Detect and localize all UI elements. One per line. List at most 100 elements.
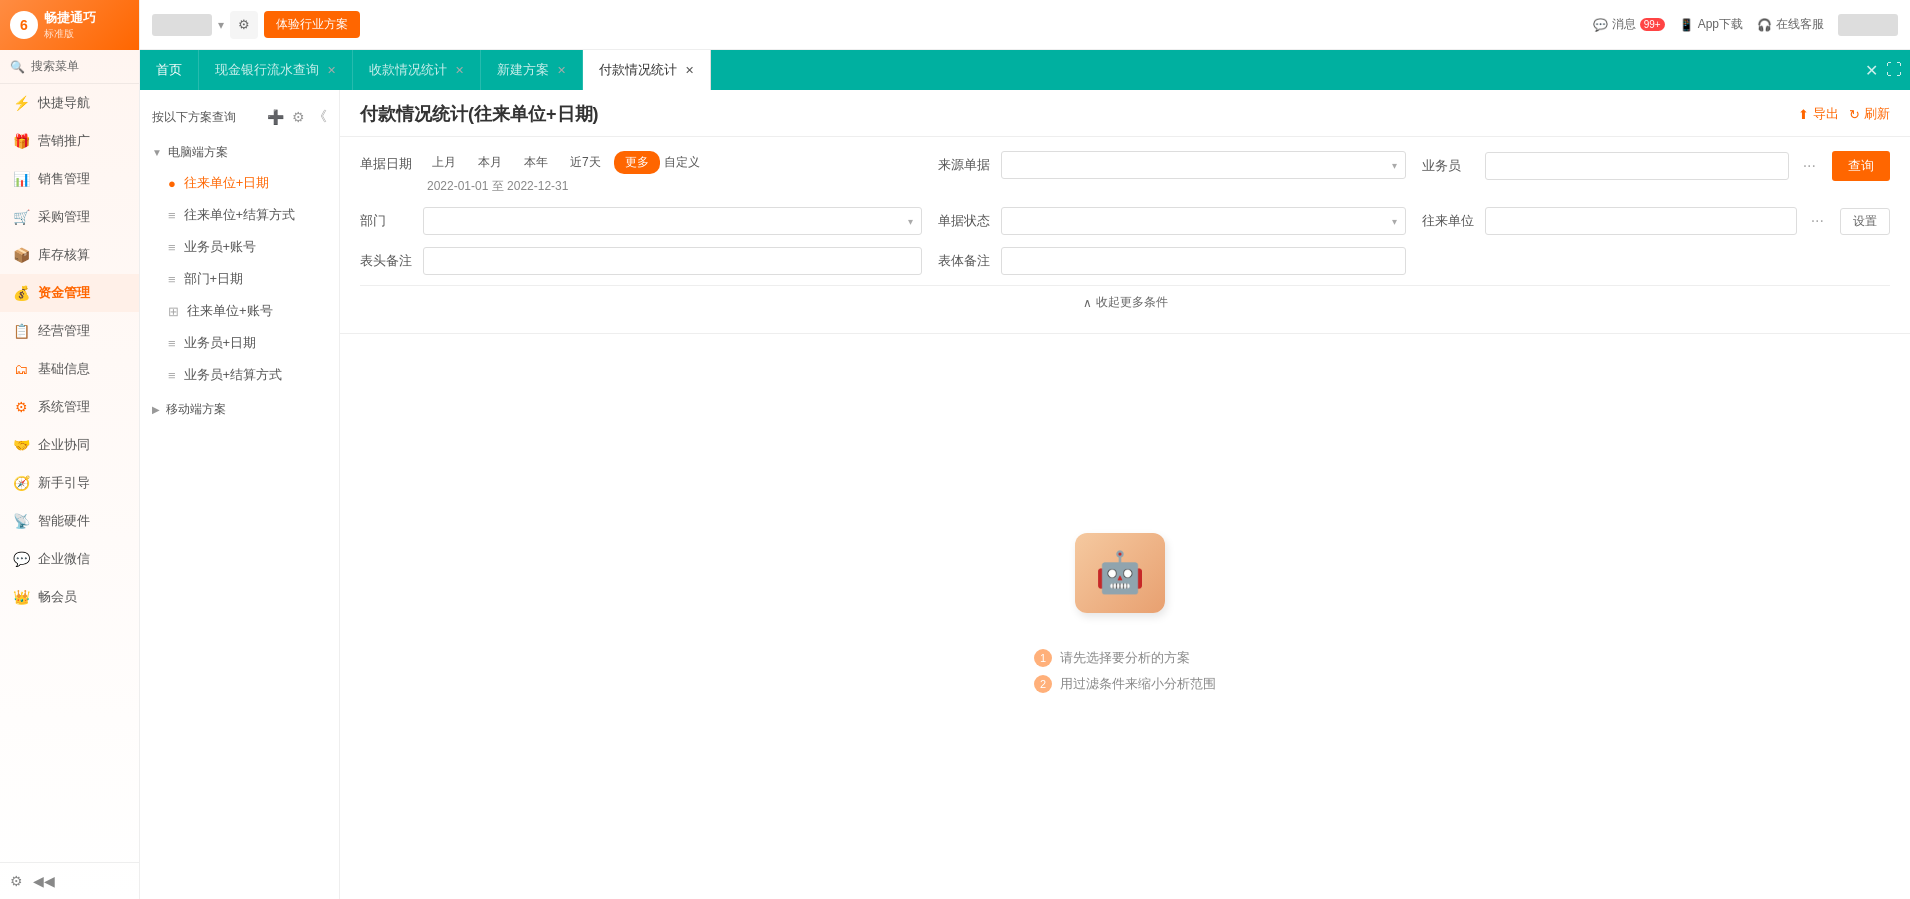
sidebar-item-label: 企业微信 bbox=[38, 550, 90, 568]
tip-text-2: 用过滤条件来缩小分析范围 bbox=[1060, 675, 1216, 693]
source-select-arrow: ▾ bbox=[1392, 160, 1397, 171]
body-note-input[interactable] bbox=[1001, 247, 1406, 275]
online-service-btn[interactable]: 🎧 在线客服 bbox=[1757, 16, 1824, 33]
source-select[interactable]: ▾ bbox=[1001, 151, 1406, 179]
search-label: 搜索菜单 bbox=[31, 58, 79, 75]
sidebar-item-label: 基础信息 bbox=[38, 360, 90, 378]
scheme-add-btn[interactable]: ➕ bbox=[267, 109, 284, 125]
scheme-item-unit-account[interactable]: ⊞ 往来单位+账号 bbox=[140, 295, 339, 327]
sidebar-item-operation[interactable]: 📋 经营管理 bbox=[0, 312, 139, 350]
scheme-item-staff-settle[interactable]: ≡ 业务员+结算方式 bbox=[140, 359, 339, 391]
sidebar-item-finance[interactable]: 💰 资金管理 bbox=[0, 274, 139, 312]
tab-home[interactable]: 首页 bbox=[140, 50, 199, 90]
date-btn-this-month[interactable]: 本月 bbox=[469, 151, 511, 174]
tab-payment[interactable]: 付款情况统计 ✕ bbox=[583, 50, 711, 90]
collapse-conditions-btn[interactable]: ∧ 收起更多条件 bbox=[360, 285, 1890, 319]
tab-home-label: 首页 bbox=[156, 61, 182, 79]
header-note-input[interactable] bbox=[423, 247, 922, 275]
sidebar-item-hardware[interactable]: 📡 智能硬件 bbox=[0, 502, 139, 540]
sidebar-item-corp[interactable]: 🤝 企业协同 bbox=[0, 426, 139, 464]
scheme-item-staff-date[interactable]: ≡ 业务员+日期 bbox=[140, 327, 339, 359]
scheme-item-unit-date[interactable]: ● 往来单位+日期 bbox=[140, 167, 339, 199]
sidebar-item-inventory[interactable]: 📦 库存核算 bbox=[0, 236, 139, 274]
scheme-item-dept-date-icon: ≡ bbox=[168, 272, 176, 287]
related-unit-input[interactable] bbox=[1485, 207, 1797, 235]
sidebar-item-sales[interactable]: 📊 销售管理 bbox=[0, 160, 139, 198]
related-unit-dots-btn[interactable]: ··· bbox=[1811, 212, 1824, 230]
logo-icon: 6 bbox=[10, 11, 38, 39]
date-filter-label: 单据日期 bbox=[360, 151, 415, 173]
logo-sub: 标准版 bbox=[44, 27, 96, 41]
staff-dots-btn[interactable]: ··· bbox=[1803, 157, 1816, 175]
sidebar-item-label: 经营管理 bbox=[38, 322, 90, 340]
page-title: 付款情况统计(往来单位+日期) bbox=[360, 102, 599, 126]
scheme-settings-btn[interactable]: ⚙ bbox=[292, 109, 305, 125]
wechat-icon: 💬 bbox=[12, 550, 30, 568]
sidebar-item-label: 营销推广 bbox=[38, 132, 90, 150]
sidebar-item-purchase[interactable]: 🛒 采购管理 bbox=[0, 198, 139, 236]
date-filter: 上月 本月 本年 近7天 更多 自定义 bbox=[423, 151, 700, 174]
scheme-item-dept-date[interactable]: ≡ 部门+日期 bbox=[140, 263, 339, 295]
sidebar-search[interactable]: 🔍 搜索菜单 bbox=[0, 50, 139, 84]
sidebar-item-wechat[interactable]: 💬 企业微信 bbox=[0, 540, 139, 578]
tab-new-scheme-close[interactable]: ✕ bbox=[557, 64, 566, 77]
scheme-panel-header: 按以下方案查询 ➕ ⚙ 《 bbox=[140, 100, 339, 134]
topbar: ▾ ⚙ 体验行业方案 💬 消息 99+ 📱 App下载 🎧 在线客服 bbox=[140, 0, 1910, 50]
settings-btn[interactable]: 设置 bbox=[1840, 208, 1890, 235]
sidebar-item-label: 采购管理 bbox=[38, 208, 90, 226]
scheme-item-staff-account[interactable]: ≡ 业务员+账号 bbox=[140, 231, 339, 263]
date-btn-custom[interactable]: 自定义 bbox=[664, 154, 700, 171]
marketing-icon: 🎁 bbox=[12, 132, 30, 150]
sidebar-item-member[interactable]: 👑 畅会员 bbox=[0, 578, 139, 616]
notification-btn[interactable]: 💬 消息 99+ bbox=[1593, 16, 1665, 33]
sidebar-settings-btn[interactable]: ⚙ bbox=[10, 873, 23, 889]
tab-payment-close[interactable]: ✕ bbox=[685, 64, 694, 77]
dept-select[interactable]: ▾ bbox=[423, 207, 922, 235]
voucher-status-select[interactable]: ▾ bbox=[1001, 207, 1406, 235]
date-btn-more[interactable]: 更多 bbox=[614, 151, 660, 174]
topbar-user-avatar bbox=[1838, 14, 1898, 36]
query-btn[interactable]: 查询 bbox=[1832, 151, 1890, 181]
scheme-group-desktop-title[interactable]: ▼ 电脑端方案 bbox=[140, 138, 339, 167]
tab-receipt[interactable]: 收款情况统计 ✕ bbox=[353, 50, 481, 90]
scheme-item-staff-settle-icon: ≡ bbox=[168, 368, 176, 383]
tab-new-scheme[interactable]: 新建方案 ✕ bbox=[481, 50, 583, 90]
date-btn-this-year[interactable]: 本年 bbox=[515, 151, 557, 174]
dropdown-arrow[interactable]: ▾ bbox=[218, 18, 224, 32]
scheme-panel: 按以下方案查询 ➕ ⚙ 《 ▼ 电脑端方案 ● 往来单位+日期 ≡ bbox=[140, 90, 340, 899]
tab-expand-btn[interactable]: ⛶ bbox=[1886, 61, 1902, 79]
scheme-group-mobile[interactable]: ▶ 移动端方案 bbox=[140, 395, 339, 424]
user-avatar bbox=[152, 14, 212, 36]
staff-input[interactable] bbox=[1485, 152, 1789, 180]
header-note-label: 表头备注 bbox=[360, 252, 415, 270]
scheme-item-unit-account-icon: ⊞ bbox=[168, 304, 179, 319]
logo-text: 畅捷通巧 bbox=[44, 9, 96, 27]
main-area: ▾ ⚙ 体验行业方案 💬 消息 99+ 📱 App下载 🎧 在线客服 bbox=[140, 0, 1910, 899]
sidebar: 6 畅捷通巧 标准版 🔍 搜索菜单 ⚡ 快捷导航 🎁 营销推广 📊 销售管理 🛒… bbox=[0, 0, 140, 899]
tab-receipt-close[interactable]: ✕ bbox=[455, 64, 464, 77]
empty-tips: 1 请先选择要分析的方案 2 用过滤条件来缩小分析范围 bbox=[1034, 649, 1216, 701]
tab-bank[interactable]: 现金银行流水查询 ✕ bbox=[199, 50, 353, 90]
sidebar-item-basic[interactable]: 🗂 基础信息 bbox=[0, 350, 139, 388]
right-area: 付款情况统计(往来单位+日期) ⬆ 导出 ↻ 刷新 单 bbox=[340, 90, 1910, 899]
sidebar-item-system[interactable]: ⚙ 系统管理 bbox=[0, 388, 139, 426]
notif-badge: 99+ bbox=[1640, 18, 1665, 31]
export-btn[interactable]: ⬆ 导出 bbox=[1798, 105, 1839, 123]
sidebar-item-quick-nav[interactable]: ⚡ 快捷导航 bbox=[0, 84, 139, 122]
scheme-collapse-btn[interactable]: 《 bbox=[313, 108, 327, 126]
app-download-btn[interactable]: 📱 App下载 bbox=[1679, 16, 1743, 33]
scheme-item-unit-settle[interactable]: ≡ 往来单位+结算方式 bbox=[140, 199, 339, 231]
sidebar-item-marketing[interactable]: 🎁 营销推广 bbox=[0, 122, 139, 160]
tab-bank-close[interactable]: ✕ bbox=[327, 64, 336, 77]
sidebar-item-guide[interactable]: 🧭 新手引导 bbox=[0, 464, 139, 502]
sidebar-collapse-btn[interactable]: ◀◀ bbox=[33, 873, 55, 889]
scheme-item-unit-account-label: 往来单位+账号 bbox=[187, 302, 273, 320]
date-btn-7days[interactable]: 近7天 bbox=[561, 151, 610, 174]
refresh-btn[interactable]: ↻ 刷新 bbox=[1849, 105, 1890, 123]
trial-btn[interactable]: 体验行业方案 bbox=[264, 11, 360, 38]
date-btn-last-month[interactable]: 上月 bbox=[423, 151, 465, 174]
export-label: 导出 bbox=[1813, 105, 1839, 123]
tab-close-all-btn[interactable]: ✕ bbox=[1865, 61, 1878, 80]
staff-filter-label: 业务员 bbox=[1422, 157, 1477, 175]
topbar-settings-btn[interactable]: ⚙ bbox=[230, 11, 258, 39]
